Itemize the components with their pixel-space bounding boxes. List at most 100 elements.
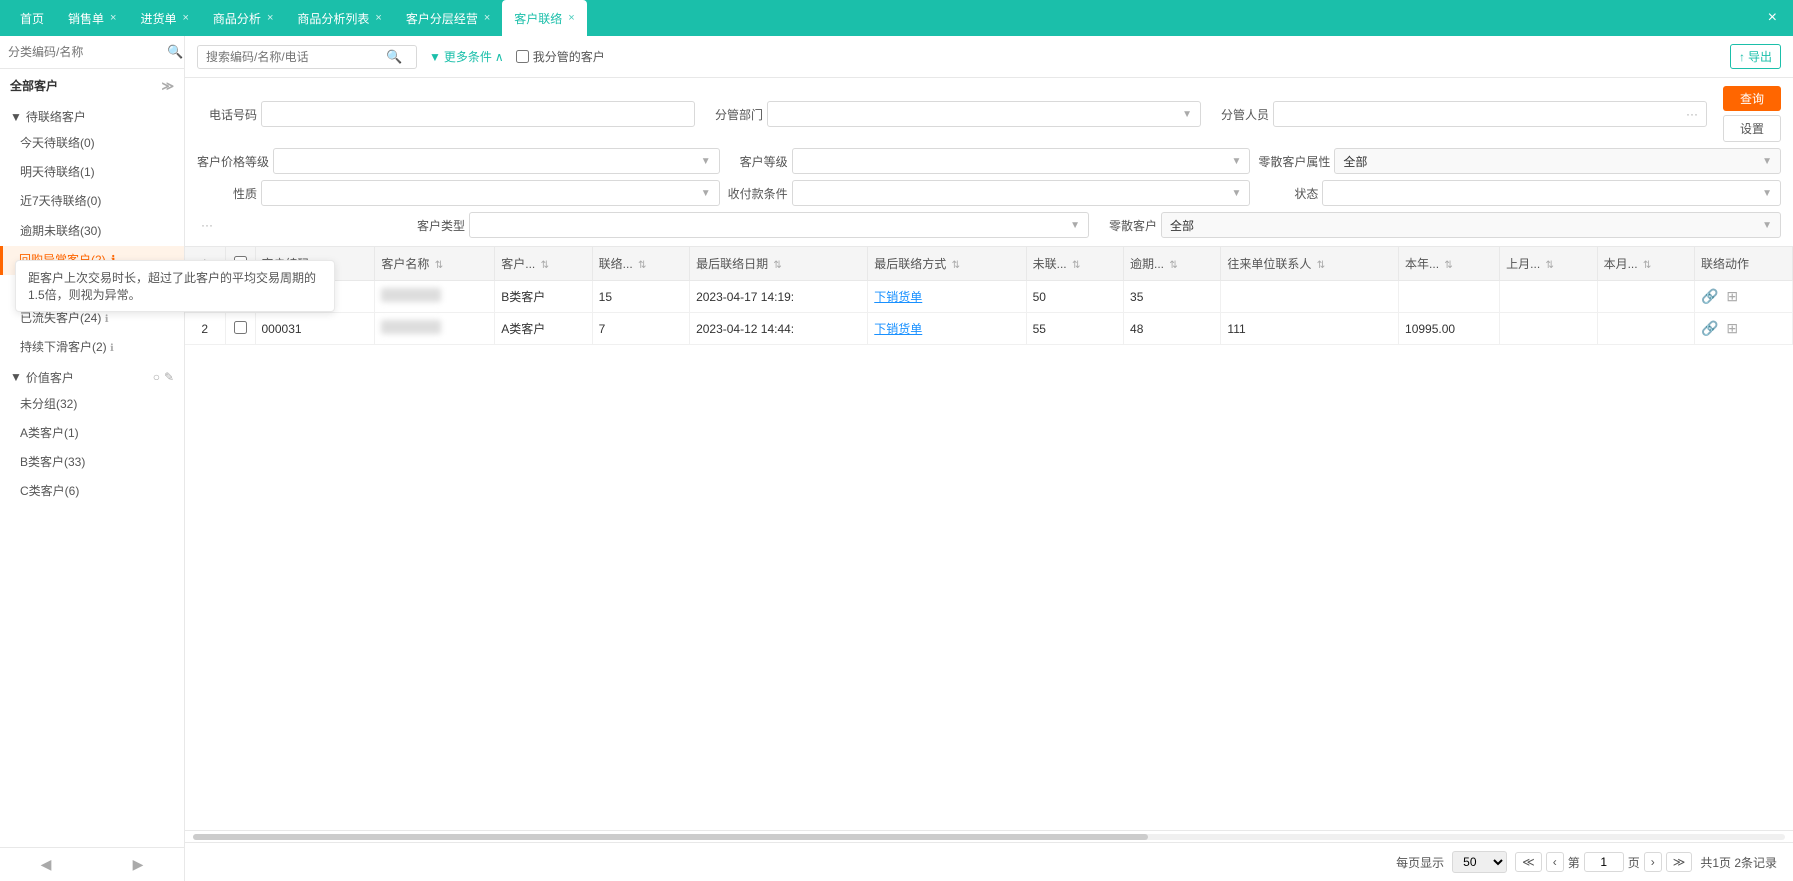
nav-customer-tier[interactable]: 客户分层经营 × — [394, 0, 502, 36]
sidebar-item-declining[interactable]: 持续下滑客户(2) ℹ — [0, 333, 184, 362]
sort-icon-overdue[interactable]: ⇅ — [1169, 260, 1177, 271]
my-customers-checkbox[interactable] — [516, 50, 529, 63]
row1-lastmethod-link[interactable]: 下销货单 — [874, 290, 922, 304]
row2-lastmonth — [1500, 313, 1597, 345]
filter-more-conditions[interactable]: ▼ 更多条件 ∧ — [429, 48, 504, 65]
prev-page-btn[interactable]: ‹ — [1546, 852, 1564, 872]
col-header-lastdate: 最后联络日期 ⇅ — [690, 247, 868, 281]
sidebar-item-tomorrow[interactable]: 明天待联络(1) — [0, 158, 184, 187]
my-customers-checkbox-group[interactable]: 我分管的客户 — [516, 48, 605, 65]
sidebar-group-pending[interactable]: ▼ 待联络客户 — [0, 102, 184, 129]
sidebar-item-ungroup[interactable]: 未分组(32) — [0, 390, 184, 419]
filter-phone-input[interactable] — [261, 101, 695, 127]
row1-grid-icon[interactable]: ⊞ — [1726, 288, 1738, 305]
row2-lastmethod-link[interactable]: 下销货单 — [874, 322, 922, 336]
nav-purchase[interactable]: 进货单 × — [128, 0, 200, 36]
row2-num: 2 — [185, 313, 225, 345]
nav-product-analysis-list-close[interactable]: × — [375, 12, 381, 24]
page-number-input[interactable] — [1584, 852, 1624, 872]
row2-check[interactable] — [225, 313, 255, 345]
sort-icon-unit-contact[interactable]: ⇅ — [1317, 260, 1325, 271]
filter-search-box[interactable]: 🔍 — [197, 45, 417, 69]
col-header-action: 联络动作 — [1694, 247, 1792, 281]
sidebar-item-class-b[interactable]: B类客户(33) — [0, 448, 184, 477]
nav-home[interactable]: 首页 — [8, 0, 56, 36]
row1-link-icon[interactable]: 🔗 — [1701, 288, 1718, 305]
sidebar-prev-icon[interactable]: ◀ — [35, 854, 58, 875]
sidebar-value-settings-icon[interactable]: ✎ — [164, 370, 174, 384]
last-page-btn[interactable]: ≫ — [1666, 852, 1693, 872]
export-button[interactable]: ↑ 导出 — [1730, 44, 1781, 69]
col-header-thismonth: 本月... ⇅ — [1597, 247, 1694, 281]
filter-retail-select[interactable]: 全部 ▼ — [1161, 212, 1781, 238]
sidebar-collapse-icon[interactable]: ≫ — [161, 79, 174, 93]
filter-search-icon[interactable]: 🔍 — [386, 49, 402, 65]
window-close-button[interactable]: × — [1760, 9, 1785, 27]
row1-unit-contact — [1221, 281, 1399, 313]
per-page-label: 每页显示 — [1396, 854, 1444, 871]
filter-customer-type-select[interactable]: ▼ — [469, 212, 1089, 238]
nav-product-analysis[interactable]: 商品分析 × — [201, 0, 285, 36]
nav-sales-close[interactable]: × — [110, 12, 116, 24]
filter-payment-label: 收付款条件 — [728, 185, 788, 202]
nav-customer-tier-close[interactable]: × — [484, 12, 490, 24]
filter-dots[interactable]: ··· — [201, 218, 213, 232]
filter-dept-select[interactable]: ▼ — [767, 101, 1201, 127]
sidebar-item-7days[interactable]: 近7天待联络(0) — [0, 187, 184, 216]
sort-icon-lastmethod[interactable]: ⇅ — [952, 260, 960, 271]
sort-icon-thisyear[interactable]: ⇅ — [1444, 260, 1452, 271]
sidebar-item-today[interactable]: 今天待联络(0) — [0, 129, 184, 158]
next-page-btn[interactable]: › — [1644, 852, 1662, 872]
sidebar-value-edit-icon[interactable]: ○ — [153, 370, 160, 384]
filter-customer-level-arrow: ▼ — [1231, 156, 1241, 167]
filter-phone-field: 电话号码 — [197, 101, 695, 127]
sort-icon-lastmonth[interactable]: ⇅ — [1546, 260, 1554, 271]
filter-person-select[interactable]: ··· — [1273, 101, 1707, 127]
filter-search-input[interactable] — [206, 50, 386, 64]
sort-icon-lastdate[interactable]: ⇅ — [773, 260, 781, 271]
page-navigation: ≪ ‹ 第 页 › ≫ — [1515, 852, 1692, 872]
filter-retail-attr-label: 零散客户属性 — [1258, 153, 1330, 170]
sidebar-item-class-c[interactable]: C类客户(6) — [0, 477, 184, 506]
filter-status-select[interactable]: ▼ — [1322, 180, 1781, 206]
sidebar-group-value[interactable]: ▼ 价值客户 ○ ✎ — [0, 363, 184, 390]
sidebar-next-icon[interactable]: ▶ — [127, 854, 150, 875]
sidebar-item-overdue[interactable]: 逾期未联络(30) — [0, 217, 184, 246]
filter-price-level-select[interactable]: ▼ — [273, 148, 720, 174]
nav-product-analysis-list[interactable]: 商品分析列表 × — [285, 0, 393, 36]
per-page-select[interactable]: 50 100 200 — [1452, 851, 1507, 873]
col-header-uncontacted: 未联... ⇅ — [1026, 247, 1123, 281]
row2-grid-icon[interactable]: ⊞ — [1726, 320, 1738, 337]
settings-button[interactable]: 设置 — [1723, 115, 1781, 142]
filter-customer-level-select[interactable]: ▼ — [792, 148, 1251, 174]
row2-link-icon[interactable]: 🔗 — [1701, 320, 1718, 337]
horizontal-scrollbar[interactable] — [185, 830, 1793, 842]
nav-sales[interactable]: 销售单 × — [56, 0, 128, 36]
col-header-unit-contact: 往来单位联系人 ⇅ — [1221, 247, 1399, 281]
scrollbar-thumb[interactable] — [193, 834, 1148, 840]
row2-checkbox[interactable] — [234, 321, 247, 334]
nav-customer-contact[interactable]: 客户联络 × — [502, 0, 586, 36]
sort-icon-thismonth[interactable]: ⇅ — [1643, 260, 1651, 271]
filter-retail-attr-select[interactable]: 全部 ▼ — [1334, 148, 1781, 174]
filter-nature-select[interactable]: ▼ — [261, 180, 720, 206]
nav-customer-contact-close[interactable]: × — [568, 12, 574, 24]
nav-purchase-close[interactable]: × — [182, 12, 188, 24]
first-page-btn[interactable]: ≪ — [1515, 852, 1542, 872]
filter-row-3: 性质 ▼ 收付款条件 ▼ 状态 — [197, 180, 1781, 206]
sort-icon-uncontacted[interactable]: ⇅ — [1072, 260, 1080, 271]
sort-icon-name[interactable]: ⇅ — [435, 260, 443, 271]
sidebar-search-icon[interactable]: 🔍 — [167, 44, 183, 60]
sidebar-search-input[interactable] — [8, 45, 163, 59]
top-navigation: 首页 销售单 × 进货单 × 商品分析 × 商品分析列表 × 客户分层经营 × … — [0, 0, 1793, 36]
row1-uncontacted: 50 — [1026, 281, 1123, 313]
nav-product-analysis-close[interactable]: × — [267, 12, 273, 24]
sort-icon-type[interactable]: ⇅ — [541, 260, 549, 271]
sort-icon-contact[interactable]: ⇅ — [638, 260, 646, 271]
sidebar-item-class-a[interactable]: A类客户(1) — [0, 419, 184, 448]
filter-nature-arrow: ▼ — [701, 188, 711, 199]
query-button[interactable]: 查询 — [1723, 86, 1781, 111]
sidebar-all-customers[interactable]: 全部客户 ≫ — [0, 69, 184, 102]
filter-payment-select[interactable]: ▼ — [792, 180, 1251, 206]
filter-status-label: 状态 — [1258, 185, 1318, 202]
